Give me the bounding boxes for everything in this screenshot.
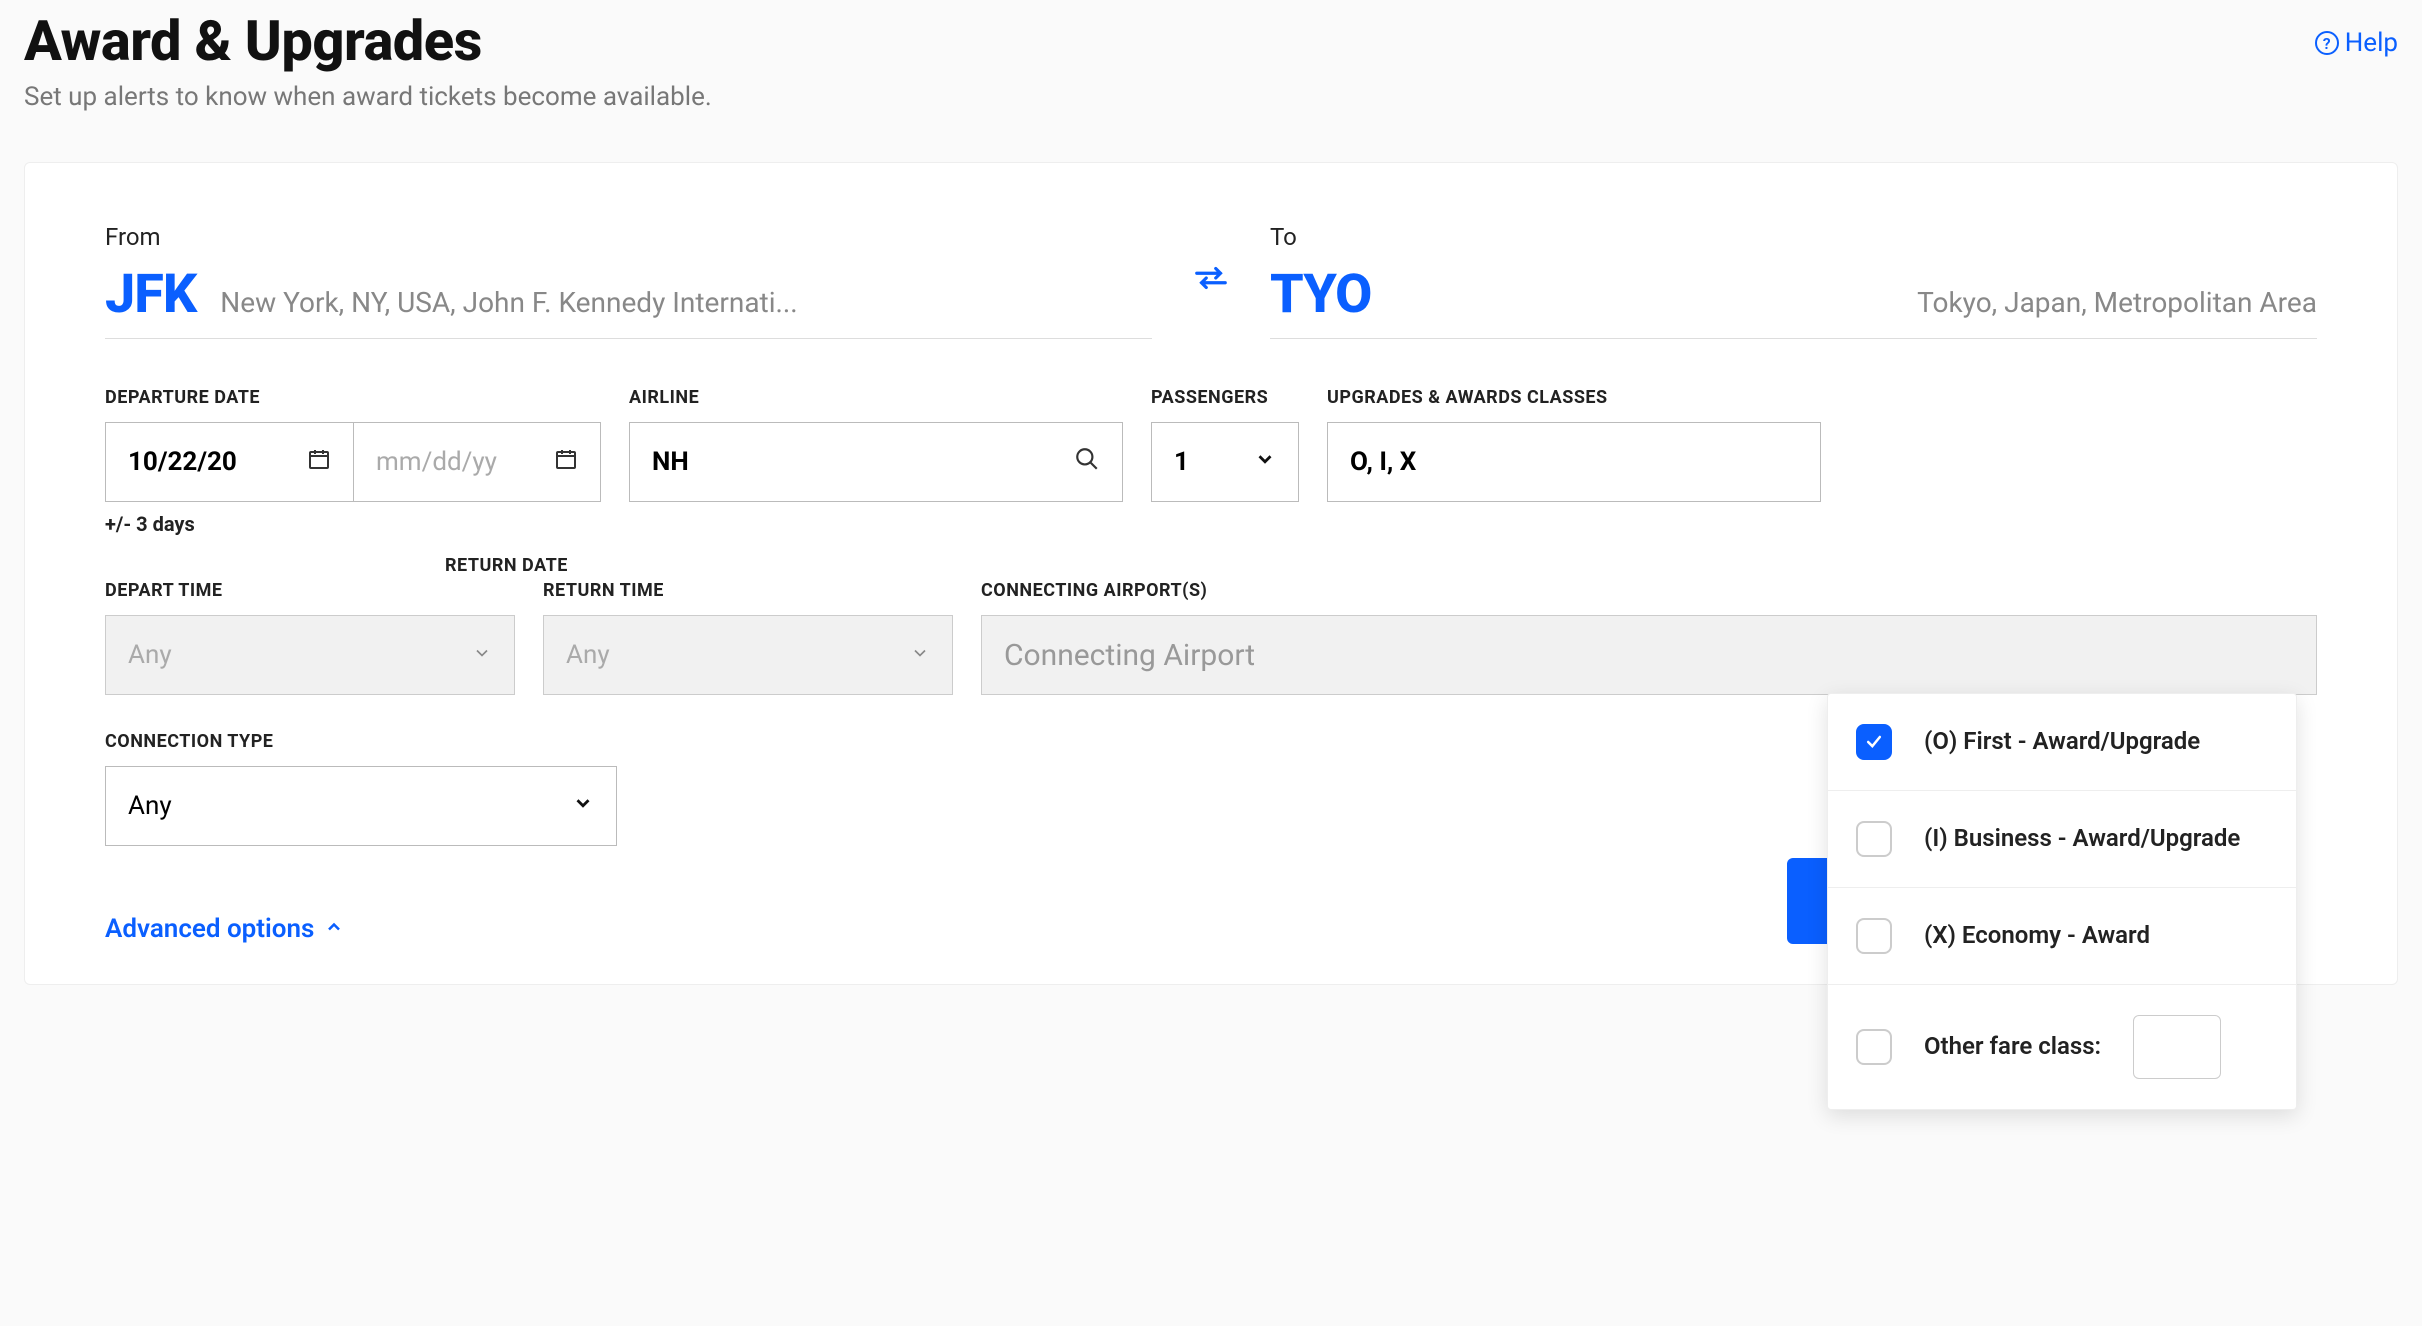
page-subtitle: Set up alerts to know when award tickets… — [24, 82, 712, 112]
passengers-select[interactable]: 1 — [1151, 422, 1299, 502]
connecting-airport-input[interactable]: Connecting Airport — [981, 615, 2317, 695]
advanced-options-label: Advanced options — [105, 914, 314, 944]
from-airport-desc: New York, NY, USA, John F. Kennedy Inter… — [220, 286, 1152, 319]
checkbox-unchecked-icon — [1856, 918, 1892, 954]
to-airport-desc: Tokyo, Japan, Metropolitan Area — [1395, 286, 2317, 319]
date-flex-note: +/- 3 days — [105, 512, 601, 536]
class-option-label: (X) Economy - Award — [1924, 920, 2150, 951]
from-airport-input[interactable]: JFK New York, NY, USA, John F. Kennedy I… — [105, 263, 1152, 339]
checkbox-checked-icon — [1856, 724, 1892, 760]
airline-value: NH — [652, 447, 689, 477]
checkbox-unchecked-icon — [1856, 1029, 1892, 1065]
to-airport-code: TYO — [1270, 263, 1371, 326]
return-date-input[interactable]: mm/dd/yy — [353, 422, 601, 502]
help-label: Help — [2345, 28, 2398, 58]
other-fare-class-input[interactable] — [2133, 1015, 2221, 1079]
classes-dropdown-panel: (O) First - Award/Upgrade (I) Business -… — [1827, 693, 2297, 1110]
class-option-business[interactable]: (I) Business - Award/Upgrade — [1828, 791, 2296, 888]
class-option-other-label: Other fare class: — [1924, 1031, 2101, 1062]
depart-time-select[interactable]: Any — [105, 615, 515, 695]
return-time-label: RETURN TIME — [543, 580, 953, 601]
classes-select[interactable]: O, I, X — [1327, 422, 1821, 502]
chevron-down-icon — [910, 640, 930, 670]
class-option-label: (O) First - Award/Upgrade — [1924, 726, 2200, 757]
swap-icon[interactable] — [1192, 223, 1230, 297]
class-option-other[interactable]: Other fare class: — [1828, 985, 2296, 1109]
page-title: Award & Upgrades — [24, 8, 712, 74]
chevron-up-icon — [324, 914, 344, 944]
departure-date-value: 10/22/20 — [128, 447, 237, 477]
return-date-label: RETURN DATE — [445, 555, 568, 576]
to-airport-input[interactable]: TYO Tokyo, Japan, Metropolitan Area — [1270, 263, 2317, 339]
help-icon: ? — [2315, 31, 2339, 55]
chevron-down-icon — [1254, 447, 1276, 477]
return-time-select[interactable]: Any — [543, 615, 953, 695]
class-option-economy[interactable]: (X) Economy - Award — [1828, 888, 2296, 985]
airline-label: AIRLINE — [629, 387, 1123, 408]
return-time-value: Any — [566, 640, 610, 670]
search-card: From JFK New York, NY, USA, John F. Kenn… — [24, 162, 2398, 985]
from-airport-code: JFK — [105, 263, 196, 326]
return-date-placeholder: mm/dd/yy — [376, 447, 497, 477]
calendar-icon — [307, 447, 331, 478]
connection-type-value: Any — [128, 791, 172, 821]
connecting-airports-label: CONNECTING AIRPORT(S) — [981, 580, 2317, 601]
passengers-value: 1 — [1174, 447, 1189, 477]
chevron-down-icon — [572, 791, 594, 821]
checkbox-unchecked-icon — [1856, 821, 1892, 857]
from-label: From — [105, 223, 1152, 251]
connection-type-select[interactable]: Any — [105, 766, 617, 846]
search-icon — [1074, 446, 1100, 479]
departure-date-input[interactable]: 10/22/20 — [105, 422, 353, 502]
departure-date-label: DEPARTURE DATE — [105, 387, 601, 408]
calendar-icon — [554, 447, 578, 478]
airline-input[interactable]: NH — [629, 422, 1123, 502]
class-option-first[interactable]: (O) First - Award/Upgrade — [1828, 694, 2296, 791]
help-link[interactable]: ? Help — [2315, 28, 2398, 58]
class-option-label: (I) Business - Award/Upgrade — [1924, 823, 2240, 854]
to-label: To — [1270, 223, 2317, 251]
chevron-down-icon — [472, 640, 492, 670]
connecting-airport-placeholder: Connecting Airport — [1004, 638, 1255, 673]
passengers-label: PASSENGERS — [1151, 387, 1299, 408]
classes-label: UPGRADES & AWARDS CLASSES — [1327, 387, 1821, 408]
classes-value: O, I, X — [1350, 447, 1416, 477]
depart-time-value: Any — [128, 640, 172, 670]
connection-type-label: CONNECTION TYPE — [105, 731, 617, 752]
